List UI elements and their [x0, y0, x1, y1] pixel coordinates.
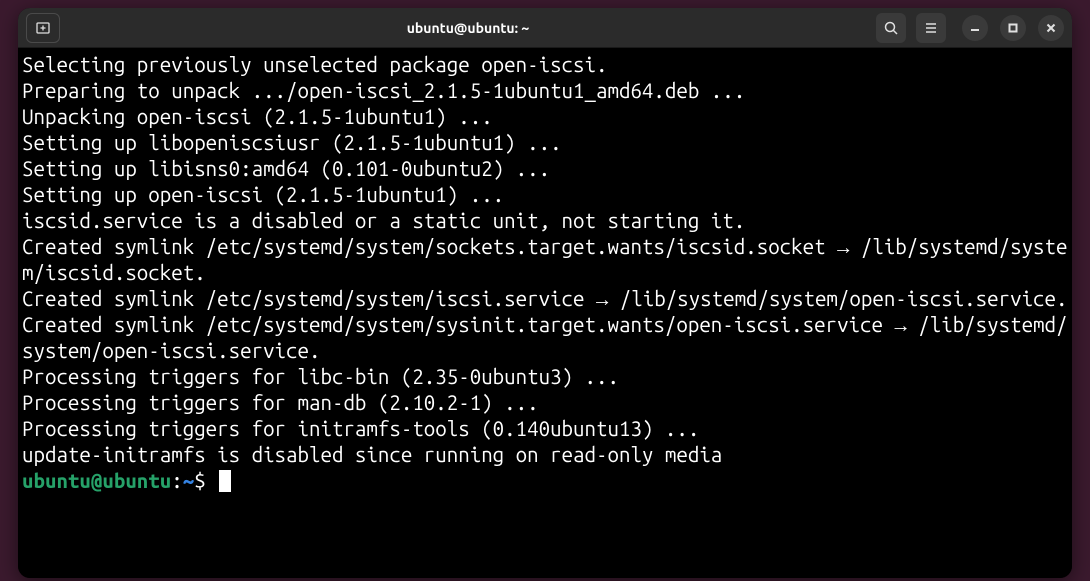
close-button[interactable]: [1038, 15, 1064, 41]
cursor: [219, 470, 231, 492]
prompt-path: ~: [183, 469, 194, 492]
menu-button[interactable]: [916, 13, 946, 43]
maximize-button[interactable]: [1000, 15, 1026, 41]
search-button[interactable]: [876, 13, 906, 43]
prompt-colon: :: [171, 469, 182, 492]
hamburger-icon: [923, 20, 939, 36]
titlebar: ubuntu@ubuntu: ~: [18, 8, 1072, 48]
terminal-window: ubuntu@ubuntu: ~: [18, 8, 1072, 578]
new-tab-icon: [35, 20, 51, 36]
terminal-body[interactable]: Selecting previously unselected package …: [18, 48, 1072, 578]
window-controls: [962, 15, 1064, 41]
prompt-line: ubuntu@ubuntu:~$: [22, 469, 231, 492]
close-icon: [1045, 22, 1057, 34]
maximize-icon: [1007, 22, 1019, 34]
minimize-icon: [969, 22, 981, 34]
minimize-button[interactable]: [962, 15, 988, 41]
search-icon: [883, 20, 899, 36]
new-tab-button[interactable]: [26, 13, 60, 43]
prompt-userhost: ubuntu@ubuntu: [22, 469, 171, 492]
titlebar-left: [26, 13, 60, 43]
titlebar-right: [876, 13, 1064, 43]
terminal-output: Selecting previously unselected package …: [22, 53, 1068, 466]
prompt-dollar: $: [194, 469, 217, 492]
window-title: ubuntu@ubuntu: ~: [60, 20, 876, 36]
